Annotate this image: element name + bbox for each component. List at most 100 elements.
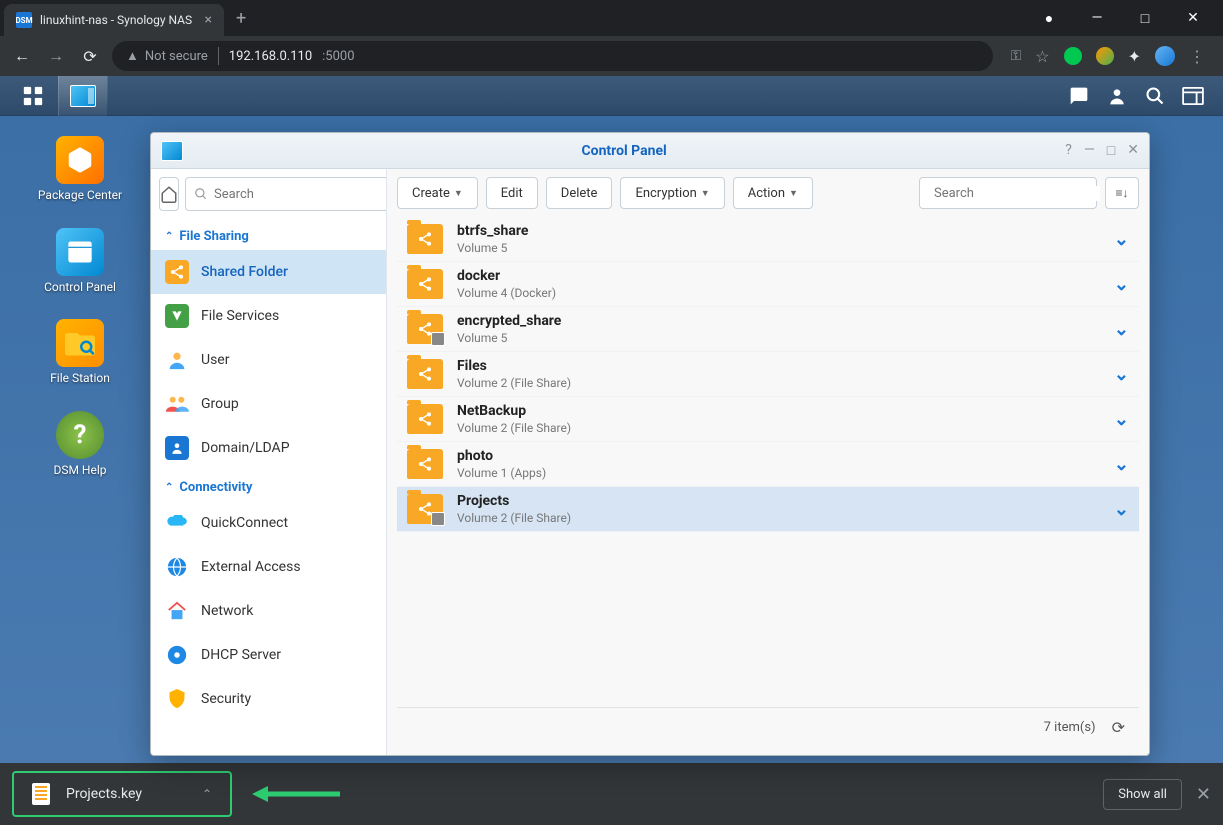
sidebar-item-user[interactable]: User <box>151 338 386 382</box>
folder-row[interactable]: Files Volume 2 (File Share) ⌄ <box>397 352 1139 397</box>
security-indicator[interactable]: ▲ Not secure <box>126 48 208 64</box>
chevron-down-icon[interactable]: ⌄ <box>1114 454 1129 475</box>
sidebar-item-label: External Access <box>201 559 301 575</box>
section-connectivity[interactable]: ⌃ Connectivity <box>151 470 386 501</box>
sidebar-item-domain-ldap[interactable]: Domain/LDAP <box>151 426 386 470</box>
maximize-button[interactable]: □ <box>1131 10 1159 27</box>
close-icon[interactable]: ✕ <box>1127 142 1139 159</box>
back-button[interactable]: ← <box>10 46 34 66</box>
forward-button[interactable]: → <box>44 46 68 66</box>
sidebar-item-quickconnect[interactable]: QuickConnect <box>151 501 386 545</box>
folder-row[interactable]: btrfs_share Volume 5 ⌄ <box>397 217 1139 262</box>
minimize-button[interactable]: — <box>1083 10 1111 27</box>
toolbar-search-input[interactable] <box>934 186 1100 201</box>
sidebar-item-label: Network <box>201 603 253 619</box>
warning-icon: ▲ <box>126 48 139 64</box>
desktop-file-station[interactable]: File Station <box>32 319 128 387</box>
window-controls: ● — □ ✕ <box>1035 10 1219 27</box>
folder-row[interactable]: docker Volume 4 (Docker) ⌄ <box>397 262 1139 307</box>
extension-grammarly-icon[interactable] <box>1064 47 1082 65</box>
section-file-sharing[interactable]: ⌃ File Sharing <box>151 219 386 250</box>
sidebar-item-group[interactable]: Group <box>151 382 386 426</box>
folder-sub: Volume 4 (Docker) <box>457 286 1114 300</box>
sidebar-item-dhcp-server[interactable]: DHCP Server <box>151 633 386 677</box>
chevron-down-icon[interactable]: ⌄ <box>1114 229 1129 250</box>
reload-button[interactable]: ⟳ <box>78 47 102 66</box>
bookmark-star-icon[interactable]: ☆ <box>1035 47 1049 66</box>
refresh-icon[interactable]: ⟳ <box>1112 718 1125 737</box>
user-icon[interactable] <box>1101 80 1133 112</box>
create-button[interactable]: Create▼ <box>397 177 478 209</box>
chevron-down-icon[interactable]: ⌄ <box>1114 364 1129 385</box>
download-item[interactable]: Projects.key ⌃ <box>12 771 232 817</box>
group-icon <box>165 392 189 416</box>
maximize-icon[interactable]: □ <box>1107 142 1115 159</box>
window-app-icon <box>161 141 183 161</box>
chevron-down-icon[interactable]: ⌄ <box>1114 274 1129 295</box>
close-button[interactable]: ✕ <box>1179 10 1207 27</box>
sidebar-item-label: Domain/LDAP <box>201 440 290 456</box>
tab-title: linuxhint-nas - Synology NAS <box>40 13 192 27</box>
sidebar-item-label: QuickConnect <box>201 515 288 531</box>
extensions-puzzle-icon[interactable]: ✦ <box>1128 47 1141 66</box>
sidebar-item-file-services[interactable]: File Services <box>151 294 386 338</box>
search-icon[interactable] <box>1139 80 1171 112</box>
circle-icon[interactable]: ● <box>1035 10 1063 27</box>
new-tab-button[interactable]: + <box>224 8 258 29</box>
download-filename: Projects.key <box>66 786 142 802</box>
downloads-close-icon[interactable]: ✕ <box>1196 784 1211 805</box>
extension-icon[interactable] <box>1096 47 1114 65</box>
widgets-icon[interactable] <box>1177 80 1209 112</box>
folder-name: NetBackup <box>457 403 1114 419</box>
folder-sub: Volume 2 (File Share) <box>457 511 1114 525</box>
help-icon[interactable]: ? <box>1065 142 1072 159</box>
desktop-package-center[interactable]: Package Center <box>32 136 128 204</box>
window-titlebar[interactable]: Control Panel ? — □ ✕ <box>151 133 1149 169</box>
sidebar-item-shared-folder[interactable]: Shared Folder <box>151 250 386 294</box>
sidebar-search-input[interactable] <box>214 187 380 202</box>
chevron-up-icon[interactable]: ⌃ <box>202 787 212 801</box>
sidebar-item-external-access[interactable]: External Access <box>151 545 386 589</box>
chevron-down-icon[interactable]: ⌄ <box>1114 409 1129 430</box>
folder-text: Files Volume 2 (File Share) <box>457 358 1114 390</box>
sidebar-item-network[interactable]: Network <box>151 589 386 633</box>
folder-row[interactable]: encrypted_share Volume 5 ⌄ <box>397 307 1139 352</box>
folder-share-icon <box>407 494 443 524</box>
delete-button[interactable]: Delete <box>546 177 613 209</box>
chat-icon[interactable] <box>1063 80 1095 112</box>
action-button[interactable]: Action▼ <box>733 177 813 209</box>
desktop-icon-label: DSM Help <box>53 463 106 479</box>
browser-tab[interactable]: DSM linuxhint-nas - Synology NAS × <box>4 4 224 36</box>
toolbar-search[interactable] <box>919 177 1097 209</box>
edit-button[interactable]: Edit <box>486 177 538 209</box>
home-button[interactable] <box>159 177 179 211</box>
tab-favicon: DSM <box>16 12 32 28</box>
browser-menu-icon[interactable]: ⋮ <box>1189 47 1205 66</box>
folder-row[interactable]: photo Volume 1 (Apps) ⌄ <box>397 442 1139 487</box>
folder-text: photo Volume 1 (Apps) <box>457 448 1114 480</box>
main-menu-button[interactable] <box>8 76 58 116</box>
encryption-button[interactable]: Encryption▼ <box>620 177 724 209</box>
sidebar-item-label: DHCP Server <box>201 647 281 663</box>
desktop-icon-label: File Station <box>50 371 110 387</box>
folder-share-icon <box>407 404 443 434</box>
url-bar[interactable]: ▲ Not secure 192.168.0.110:5000 <box>112 41 993 71</box>
chevron-down-icon[interactable]: ⌄ <box>1114 499 1129 520</box>
chevron-down-icon[interactable]: ⌄ <box>1114 319 1129 340</box>
desktop-dsm-help[interactable]: ? DSM Help <box>32 411 128 479</box>
desktop-control-panel[interactable]: Control Panel <box>32 228 128 296</box>
show-all-button[interactable]: Show all <box>1103 779 1182 810</box>
folder-row[interactable]: Projects Volume 2 (File Share) ⌄ <box>397 487 1139 532</box>
network-icon <box>165 599 189 623</box>
minimize-icon[interactable]: — <box>1084 142 1095 159</box>
sidebar-item-security[interactable]: Security <box>151 677 386 721</box>
sidebar-search[interactable] <box>185 177 387 211</box>
sort-button[interactable]: ≡↓ <box>1105 177 1139 209</box>
taskbar-app-control-panel[interactable] <box>58 76 108 116</box>
tab-close-icon[interactable]: × <box>205 12 212 28</box>
file-station-icon <box>56 319 104 367</box>
folder-name: btrfs_share <box>457 223 1114 239</box>
profile-avatar[interactable] <box>1155 46 1175 66</box>
password-key-icon[interactable]: ⚿ <box>1011 48 1022 64</box>
folder-row[interactable]: NetBackup Volume 2 (File Share) ⌄ <box>397 397 1139 442</box>
